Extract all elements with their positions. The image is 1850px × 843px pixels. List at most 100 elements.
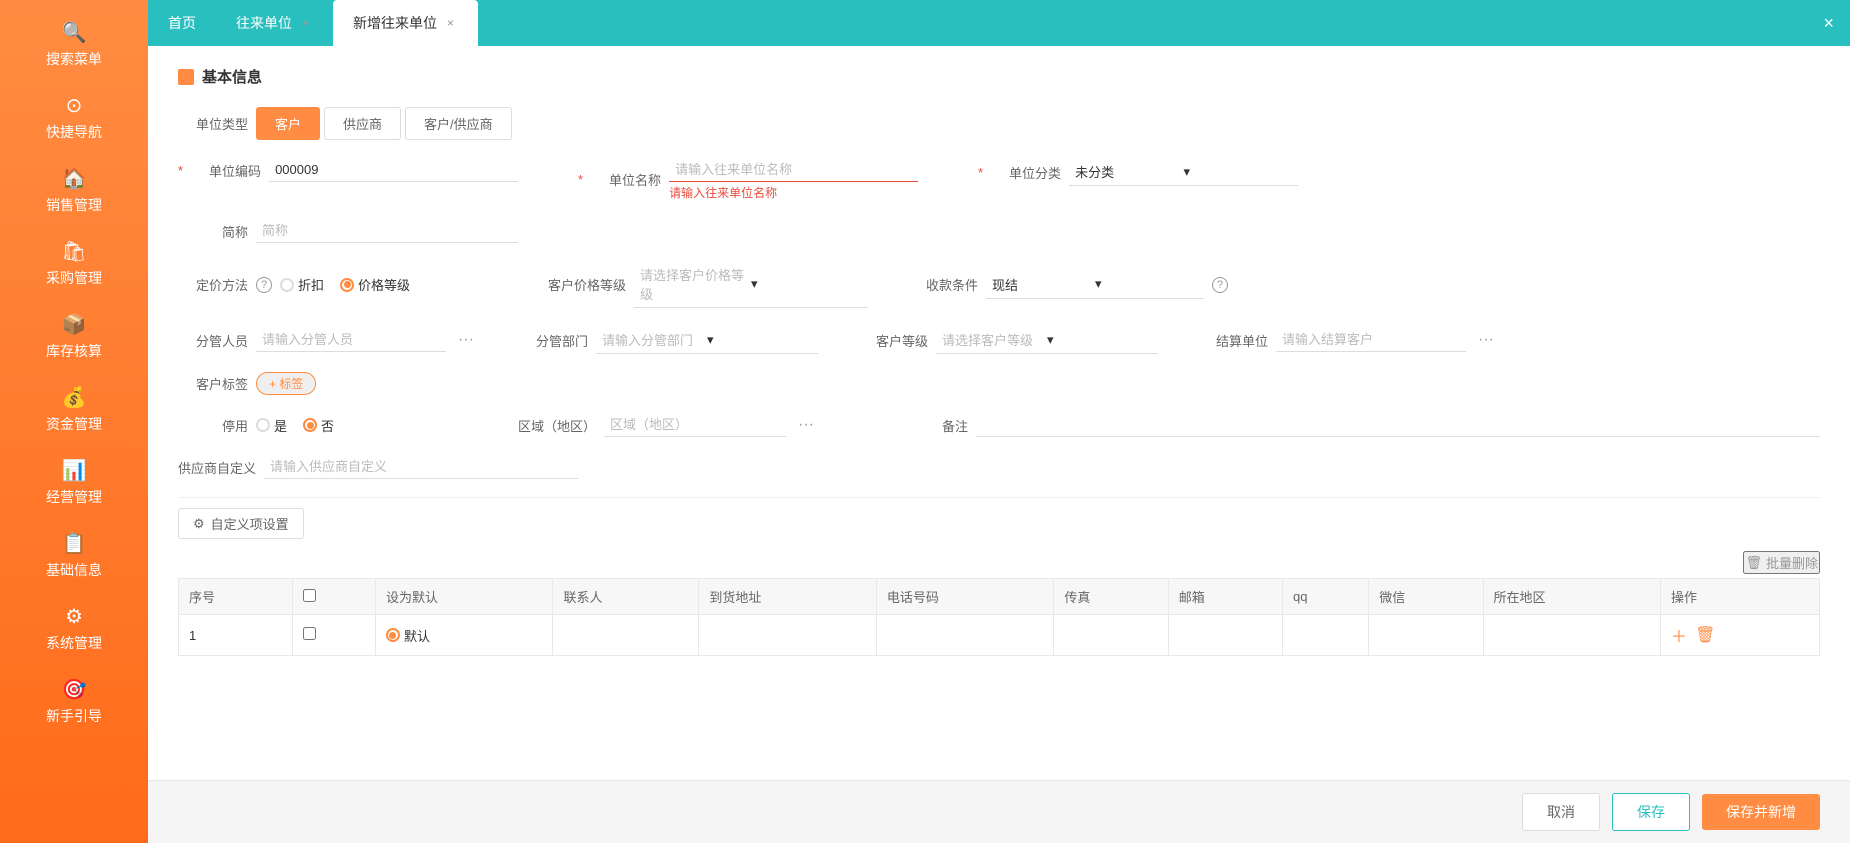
sidebar-item-purchase[interactable]: 🛍 采购管理 [0, 227, 148, 300]
settlement-more-btn[interactable]: ··· [1474, 331, 1498, 349]
customer-price-placeholder: 请选择客户价格等级 [640, 265, 751, 303]
unit-type-supplier-btn[interactable]: 供应商 [324, 107, 401, 140]
unit-code-label: 单位编码 [191, 161, 261, 180]
sidebar-item-basic-info[interactable]: 📋 基础信息 [0, 519, 148, 592]
tab-new-contact[interactable]: 新增往来单位 × [333, 0, 478, 46]
sidebar-item-guide[interactable]: 🎯 新手引导 [0, 665, 148, 738]
sidebar-item-quick-nav-label: 快捷导航 [46, 122, 102, 142]
row-checkbox[interactable] [303, 627, 316, 640]
table-header-row: 序号 设为默认 联系人 到货地址 电话号码 传真 邮箱 qq 微信 所在地区 操… [179, 579, 1820, 615]
tab-home[interactable]: 首页 [148, 0, 216, 46]
col-checkbox [293, 579, 376, 615]
sidebar-item-inventory[interactable]: 📦 库存核算 [0, 300, 148, 373]
batch-delete-btn[interactable]: 🗑 批量删除 [1743, 551, 1820, 574]
unit-code-input[interactable] [269, 158, 518, 182]
settlement-unit-group: 结算单位 ··· [1198, 328, 1498, 352]
customer-tag-label: 客户标签 [178, 374, 248, 393]
unit-name-label: 单位名称 [591, 170, 661, 189]
customer-price-group: 客户价格等级 请选择客户价格等级 ▾ [548, 261, 868, 308]
unit-name-input[interactable] [669, 158, 918, 182]
unit-name-required: * [578, 172, 583, 187]
row-default-dot [389, 632, 396, 639]
sidebar-item-system-label: 系统管理 [46, 633, 102, 653]
row-delete-btn[interactable]: 🗑 [1695, 625, 1715, 645]
tab-new-contact-label: 新增往来单位 [353, 13, 437, 33]
save-button[interactable]: 保存 [1612, 793, 1690, 831]
unit-category-value: 未分类 [1075, 162, 1183, 181]
unit-type-label: 单位类型 [178, 114, 248, 133]
row-default-option[interactable]: 默认 [386, 626, 543, 645]
search-icon: 🔍 [62, 20, 87, 45]
supplier-custom-input[interactable] [264, 455, 578, 479]
row-checkbox-cell [293, 615, 376, 656]
payment-terms-group: 收款条件 现结 ▾ ? [908, 271, 1228, 299]
customer-tag-row: 客户标签 + 标签 [178, 372, 1820, 395]
pricing-help-icon[interactable]: ? [256, 277, 272, 293]
short-name-input[interactable] [256, 219, 518, 243]
col-qq: qq [1283, 579, 1369, 615]
disabled-no-label: 否 [321, 416, 334, 435]
region-more-btn[interactable]: ··· [794, 416, 818, 434]
notes-label: 备注 [898, 416, 968, 435]
settlement-unit-input[interactable] [1276, 328, 1466, 352]
batch-delete-area: 🗑 批量删除 [178, 551, 1820, 574]
sidebar-item-quick-nav[interactable]: ⊙ 快捷导航 [0, 81, 148, 154]
row-add-btn[interactable]: ＋ [1671, 623, 1687, 647]
sidebar-item-search-label: 搜索菜单 [46, 49, 102, 69]
unit-type-customer-btn[interactable]: 客户 [256, 107, 320, 140]
add-tag-btn[interactable]: + 标签 [256, 372, 316, 395]
customer-price-select[interactable]: 请选择客户价格等级 ▾ [634, 261, 868, 308]
pricing-discount-option[interactable]: 折扣 [280, 275, 324, 294]
department-select[interactable]: 请输入分管部门 ▾ [596, 326, 818, 354]
customer-level-group: 客户等级 请选择客户等级 ▾ [858, 326, 1158, 354]
unit-category-required: * [978, 165, 983, 180]
guide-icon: 🎯 [62, 677, 87, 702]
select-all-checkbox[interactable] [303, 589, 316, 602]
pricing-method-label: 定价方法 [178, 275, 248, 294]
save-add-button[interactable]: 保存并新增 [1702, 794, 1820, 830]
sidebar-item-finance[interactable]: 💰 资金管理 [0, 373, 148, 446]
tab-contacts-close[interactable]: × [298, 14, 313, 32]
disabled-no-option[interactable]: 否 [303, 416, 334, 435]
disabled-yes-option[interactable]: 是 [256, 416, 287, 435]
cancel-button[interactable]: 取消 [1522, 793, 1600, 831]
batch-delete-label: 批量删除 [1766, 553, 1818, 572]
unit-category-select[interactable]: 未分类 ▾ [1069, 158, 1298, 186]
unit-name-error-msg: 请输入往来单位名称 [669, 184, 918, 201]
row-phone [876, 615, 1054, 656]
short-name-label: 简称 [178, 222, 248, 241]
unit-category-chevron: ▾ [1184, 164, 1292, 180]
supplier-custom-group: 供应商自定义 [178, 455, 578, 479]
col-region: 所在地区 [1483, 579, 1661, 615]
customer-price-label: 客户价格等级 [548, 275, 626, 294]
pricing-level-label: 价格等级 [358, 275, 410, 294]
row-contact [553, 615, 699, 656]
form-divider [178, 497, 1820, 498]
manager-input[interactable] [256, 328, 446, 352]
tab-new-contact-close[interactable]: × [443, 14, 458, 32]
supplier-custom-row: 供应商自定义 [178, 455, 1820, 479]
inventory-icon: 📦 [62, 312, 87, 337]
unit-type-both-btn[interactable]: 客户/供应商 [405, 107, 512, 140]
row-action-icons: ＋ 🗑 [1671, 623, 1809, 647]
payment-terms-select[interactable]: 现结 ▾ [986, 271, 1204, 299]
customer-level-select[interactable]: 请选择客户等级 ▾ [936, 326, 1158, 354]
sidebar-item-finance-label: 资金管理 [46, 414, 102, 434]
unit-code-required: * [178, 163, 183, 178]
manager-more-btn[interactable]: ··· [454, 331, 478, 349]
disabled-radio-group: 是 否 [256, 416, 334, 435]
sidebar-item-system[interactable]: ⚙ 系统管理 [0, 592, 148, 665]
sidebar-item-operations-label: 经营管理 [46, 487, 102, 507]
payment-terms-help-icon[interactable]: ? [1212, 277, 1228, 293]
sidebar-item-sales[interactable]: 🏠 销售管理 [0, 154, 148, 227]
short-name-group: 简称 [178, 219, 518, 243]
custom-settings-btn[interactable]: ⚙ 自定义项设置 [178, 508, 304, 539]
tab-contacts[interactable]: 往来单位 × [216, 0, 333, 46]
notes-input[interactable] [976, 413, 1820, 437]
pricing-level-option[interactable]: 价格等级 [340, 275, 410, 294]
sidebar-item-operations[interactable]: 📊 经营管理 [0, 446, 148, 519]
sidebar-item-search[interactable]: 🔍 搜索菜单 [0, 8, 148, 81]
tab-bar-close-btn[interactable]: × [1823, 13, 1834, 34]
region-input[interactable] [604, 413, 786, 437]
row-wechat [1369, 615, 1483, 656]
